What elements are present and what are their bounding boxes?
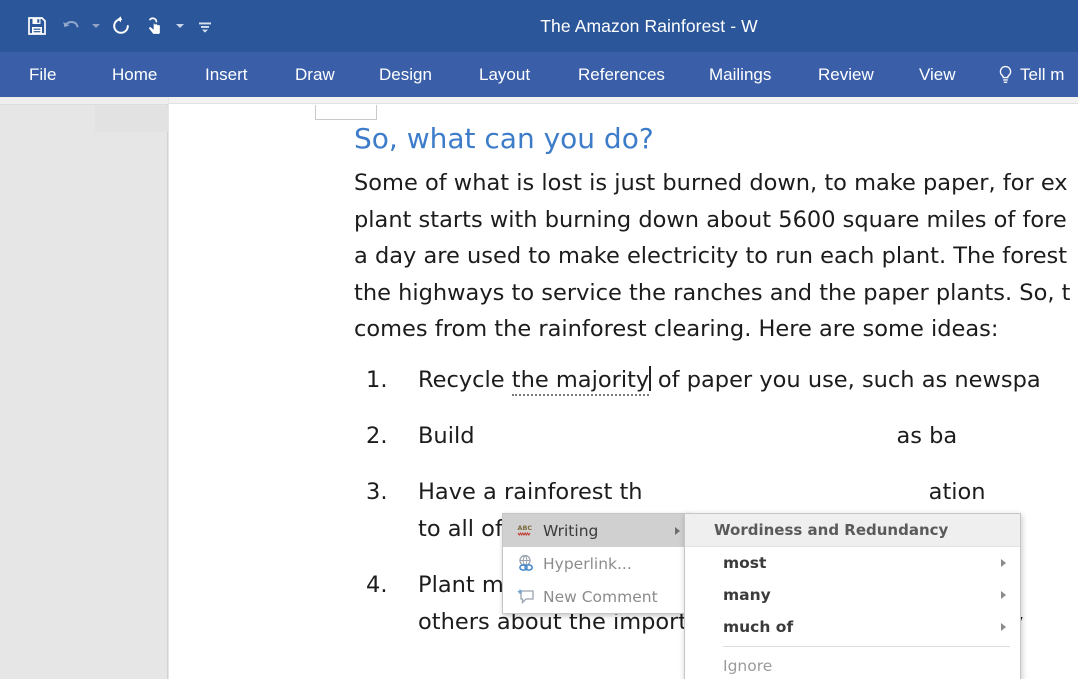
- list-line: Recycle the majority of paper you use, s…: [418, 362, 1078, 399]
- context-menu: ABC Writing Hyperlink... New Comment: [502, 513, 690, 614]
- list-text-after: as ba: [474, 422, 958, 449]
- suggestion-most-label: most: [723, 554, 767, 572]
- tab-insert[interactable]: Insert: [205, 52, 248, 97]
- submenu-divider: [723, 646, 1010, 647]
- tab-view[interactable]: View: [919, 52, 956, 97]
- list-item: 1. Recycle the majority of paper you use…: [354, 362, 1078, 399]
- list-number: 1.: [366, 366, 388, 393]
- list-line: Have a rainforest th ation: [418, 474, 1078, 511]
- tab-references[interactable]: References: [578, 52, 665, 97]
- chevron-right-icon: [1001, 591, 1006, 599]
- tab-mailings[interactable]: Mailings: [709, 52, 771, 97]
- indent-tab-marker[interactable]: [315, 105, 377, 120]
- document-paragraph: Some of what is lost is just burned down…: [354, 165, 1078, 348]
- paragraph-line: plant starts with burning down about 560…: [354, 206, 1067, 233]
- tab-home[interactable]: Home: [112, 52, 157, 97]
- list-text-after: ation: [642, 478, 986, 505]
- menu-item-hyperlink[interactable]: Hyperlink...: [503, 547, 689, 580]
- hyperlink-icon: [511, 551, 541, 577]
- list-number: 2.: [366, 422, 388, 449]
- title-bar: The Amazon Rainforest - W: [0, 0, 1078, 52]
- left-side-pane: [0, 97, 168, 679]
- suggestion-most[interactable]: most: [685, 547, 1020, 579]
- grammar-flagged-text[interactable]: the majority: [511, 366, 650, 396]
- list-text-before: Have a rainforest th: [418, 478, 643, 505]
- tab-file[interactable]: File: [29, 52, 56, 97]
- submenu-header: Wordiness and Redundancy: [685, 514, 1020, 547]
- lightbulb-icon: [998, 65, 1013, 84]
- tab-review[interactable]: Review: [818, 52, 874, 97]
- paragraph-line: comes from the rainforest clearing. Here…: [354, 316, 999, 342]
- list-text-before: Recycle: [418, 366, 512, 393]
- side-pane-strip: [0, 97, 168, 105]
- list-text-after: of paper you use, such as newspa: [650, 366, 1041, 393]
- suggestion-much-of-label: much of: [723, 618, 794, 636]
- suggestion-many-label: many: [723, 586, 771, 604]
- chevron-right-icon: [1001, 559, 1006, 567]
- abc-spellcheck-icon: ABC: [511, 518, 541, 544]
- menu-item-writing[interactable]: ABC Writing: [503, 514, 689, 547]
- menu-item-new-comment[interactable]: New Comment: [503, 580, 689, 613]
- svg-text:ABC: ABC: [518, 524, 533, 532]
- list-text-before: Build: [418, 422, 475, 449]
- list-item: 2. Build as ba: [354, 418, 1078, 455]
- menu-item-new-comment-label: New Comment: [543, 587, 658, 606]
- menu-item-hyperlink-label: Hyperlink...: [543, 554, 632, 573]
- side-pane-block: [95, 106, 168, 132]
- tab-draw[interactable]: Draw: [295, 52, 335, 97]
- paragraph-line: the highways to service the ranches and …: [354, 279, 1071, 306]
- submenu-ignore[interactable]: Ignore: [685, 650, 1020, 679]
- ribbon-tab-bar: File Home Insert Draw Design Layout Refe…: [0, 52, 1078, 97]
- page-top-strip: [169, 97, 1078, 104]
- suggestion-much-of[interactable]: much of: [685, 611, 1020, 643]
- menu-item-writing-label: Writing: [543, 521, 599, 540]
- chevron-right-icon: [1001, 623, 1006, 631]
- document-workspace: So, what can you do? Some of what is los…: [0, 97, 1078, 679]
- suggestion-many[interactable]: many: [685, 579, 1020, 611]
- paragraph-line: Some of what is lost is just burned down…: [354, 170, 1068, 196]
- tell-me-label: Tell m: [1020, 64, 1065, 84]
- list-number: 4.: [366, 571, 388, 598]
- writing-submenu: Wordiness and Redundancy most many much …: [684, 513, 1021, 679]
- submenu-ignore-label: Ignore: [723, 657, 773, 675]
- new-comment-icon: [511, 584, 541, 610]
- tab-design[interactable]: Design: [379, 52, 432, 97]
- tab-layout[interactable]: Layout: [479, 52, 530, 97]
- list-number: 3.: [366, 478, 388, 505]
- document-heading: So, what can you do?: [354, 122, 654, 155]
- window-title: The Amazon Rainforest - W: [540, 16, 758, 36]
- list-line: Build as ba: [418, 418, 1078, 455]
- chevron-right-icon: [675, 526, 680, 535]
- word-application-window: The Amazon Rainforest - W File Home Inse…: [0, 0, 1078, 679]
- tell-me-box[interactable]: Tell m: [998, 52, 1064, 97]
- paragraph-line: a day are used to make electricity to ru…: [354, 243, 1068, 269]
